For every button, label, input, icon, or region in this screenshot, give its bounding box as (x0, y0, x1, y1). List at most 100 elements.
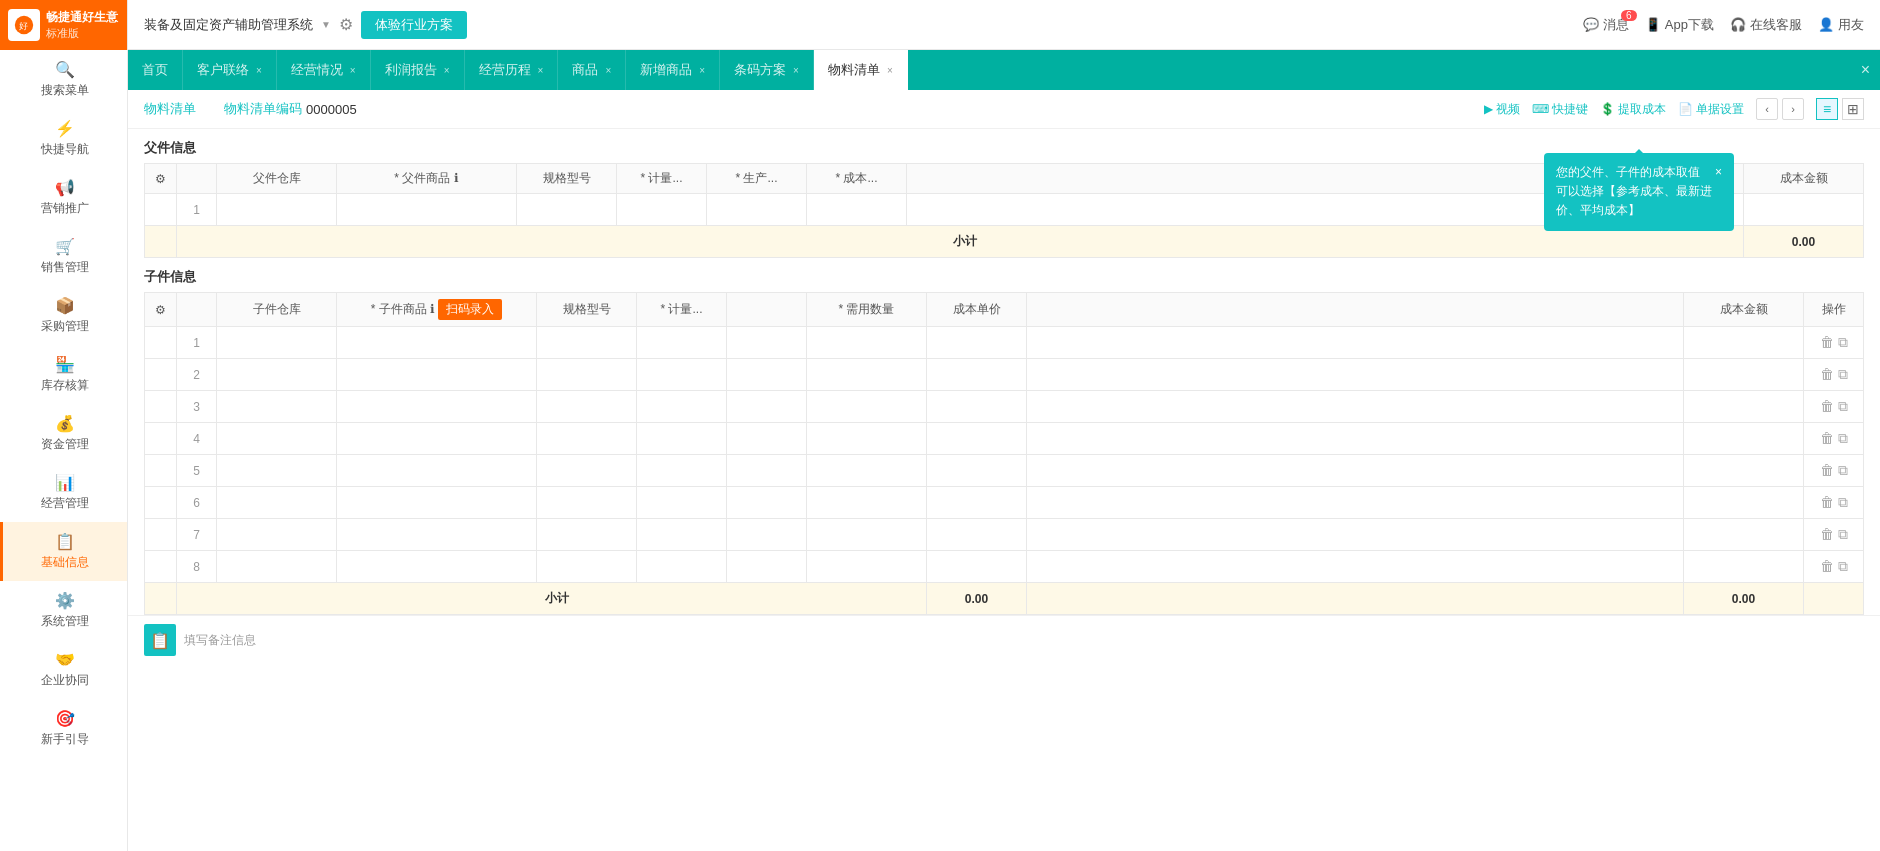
child-row-1-goods[interactable] (337, 327, 537, 359)
parent-row-1-warehouse[interactable] (217, 194, 337, 226)
sidebar-item-search[interactable]: 🔍 搜索菜单 (0, 50, 127, 109)
grid-view-button[interactable]: ⊞ (1842, 98, 1864, 120)
scan-button[interactable]: 扫码录入 (438, 299, 502, 320)
sidebar-item-guide[interactable]: 🎯 新手引导 (0, 699, 127, 758)
child-row-2-warehouse[interactable] (217, 359, 337, 391)
prev-arrow[interactable]: ‹ (1756, 98, 1778, 120)
system-dropdown-arrow[interactable]: ▼ (321, 19, 331, 30)
delete-icon[interactable]: 🗑 (1820, 366, 1834, 383)
page-header: 物料清单 物料清单编码 0000005 ▶ 视频 ⌨ 快捷键 💲 提取成本 (128, 90, 1880, 129)
tab-customer[interactable]: 客户联络 × (183, 50, 277, 90)
copy-icon[interactable]: ⧉ (1838, 430, 1848, 447)
child-row-2-goods[interactable] (337, 359, 537, 391)
sidebar-item-purchase[interactable]: 📦 采购管理 (0, 286, 127, 345)
gear-icon: ⚙️ (55, 591, 75, 610)
copy-icon[interactable]: ⧉ (1838, 366, 1848, 383)
child-row-2-unit[interactable] (637, 359, 727, 391)
extract-cost-button[interactable]: 💲 提取成本 (1600, 101, 1666, 118)
delete-icon[interactable]: 🗑 (1820, 334, 1834, 351)
sidebar-item-sales[interactable]: 🛒 销售管理 (0, 227, 127, 286)
tab-close-icon[interactable]: × (699, 65, 705, 76)
sidebar-item-quick-nav[interactable]: ⚡ 快捷导航 (0, 109, 127, 168)
child-subtotal-label: 小计 (177, 583, 927, 615)
parent-row-1-cost[interactable] (807, 194, 907, 226)
close-all-tabs-button[interactable]: × (1851, 61, 1880, 79)
tooltip-close-button[interactable]: × (1715, 163, 1722, 182)
child-col-settings[interactable]: ⚙ (145, 293, 177, 327)
copy-icon[interactable]: ⧉ (1838, 526, 1848, 543)
sidebar-item-system[interactable]: ⚙️ 系统管理 (0, 581, 127, 640)
tab-profit[interactable]: 利润报告 × (371, 50, 465, 90)
child-row-1-price[interactable] (927, 327, 1027, 359)
sidebar-item-inventory[interactable]: 🏪 库存核算 (0, 345, 127, 404)
settings-icon[interactable]: ⚙ (339, 15, 353, 34)
note-icon[interactable]: 📋 (144, 624, 176, 656)
online-service-button[interactable]: 🎧 在线客服 (1730, 16, 1802, 34)
parent-row-1-production[interactable] (707, 194, 807, 226)
parent-col-settings[interactable]: ⚙ (145, 164, 177, 194)
message-button[interactable]: 💬 消息 6 (1583, 16, 1629, 34)
app-download-button[interactable]: 📱 App下载 (1645, 16, 1714, 34)
user-menu[interactable]: 👤 用友 (1818, 16, 1864, 34)
delete-icon[interactable]: 🗑 (1820, 494, 1834, 511)
tab-close-icon[interactable]: × (538, 65, 544, 76)
child-row-1-unit[interactable] (637, 327, 727, 359)
message-icon: 💬 (1583, 17, 1599, 32)
child-row-1-warehouse[interactable] (217, 327, 337, 359)
parent-row-1-spec[interactable] (517, 194, 617, 226)
message-badge: 6 (1621, 10, 1637, 21)
delete-icon[interactable]: 🗑 (1820, 462, 1834, 479)
child-row-2-qty[interactable] (807, 359, 927, 391)
view-button[interactable]: ▶ 视频 (1484, 101, 1520, 118)
tab-bom[interactable]: 物料清单 × (814, 50, 908, 90)
sidebar-item-marketing[interactable]: 📢 营销推广 (0, 168, 127, 227)
delete-icon[interactable]: 🗑 (1820, 430, 1834, 447)
delete-icon[interactable]: 🗑 (1820, 526, 1834, 543)
tab-goods[interactable]: 商品 × (558, 50, 626, 90)
tab-close-icon[interactable]: × (605, 65, 611, 76)
child-row-1: 1 🗑 (145, 327, 1864, 359)
child-row-2-num: 2 (177, 359, 217, 391)
child-col-qty: * 需用数量 (807, 293, 927, 327)
copy-icon[interactable]: ⧉ (1838, 398, 1848, 415)
delete-icon[interactable]: 🗑 (1820, 398, 1834, 415)
copy-icon[interactable]: ⧉ (1838, 558, 1848, 575)
tab-close-icon[interactable]: × (793, 65, 799, 76)
tab-barcode[interactable]: 条码方案 × (720, 50, 814, 90)
top-header: 装备及固定资产辅助管理系统 ▼ ⚙ 体验行业方案 💬 消息 6 📱 App下载 … (128, 0, 1880, 50)
tab-close-icon[interactable]: × (444, 65, 450, 76)
child-subtotal-amount1: 0.00 (927, 583, 1027, 615)
parent-row-1-goods[interactable] (337, 194, 517, 226)
trial-button[interactable]: 体验行业方案 (361, 11, 467, 39)
tab-home[interactable]: 首页 (128, 50, 183, 90)
target-icon: 🎯 (55, 709, 75, 728)
sidebar-item-finance[interactable]: 💰 资金管理 (0, 404, 127, 463)
copy-icon[interactable]: ⧉ (1838, 334, 1848, 351)
tab-add-goods[interactable]: 新增商品 × (626, 50, 720, 90)
svg-text:好: 好 (19, 21, 28, 31)
copy-icon[interactable]: ⧉ (1838, 494, 1848, 511)
sidebar-item-collab[interactable]: 🤝 企业协同 (0, 640, 127, 699)
child-row-2: 2 🗑⧉ (145, 359, 1864, 391)
shortcut-button[interactable]: ⌨ 快捷键 (1532, 101, 1588, 118)
sidebar-item-basic-info[interactable]: 📋 基础信息 (0, 522, 127, 581)
parent-row-1-unit[interactable] (617, 194, 707, 226)
tab-history[interactable]: 经营历程 × (465, 50, 559, 90)
tab-close-icon[interactable]: × (887, 65, 893, 76)
child-row-1-qty[interactable] (807, 327, 927, 359)
copy-icon[interactable]: ⧉ (1838, 462, 1848, 479)
next-arrow[interactable]: › (1782, 98, 1804, 120)
tab-close-icon[interactable]: × (256, 65, 262, 76)
breadcrumb-bom[interactable]: 物料清单 (144, 100, 196, 118)
content-area: 物料清单 物料清单编码 0000005 ▶ 视频 ⌨ 快捷键 💲 提取成本 (128, 90, 1880, 851)
list-view-button[interactable]: ≡ (1816, 98, 1838, 120)
single-settings-button[interactable]: 📄 单据设置 (1678, 101, 1744, 118)
child-row-1-spec[interactable] (537, 327, 637, 359)
child-row-3: 3 🗑⧉ (145, 391, 1864, 423)
child-row-2-price[interactable] (927, 359, 1027, 391)
tab-operations[interactable]: 经营情况 × (277, 50, 371, 90)
tab-close-icon[interactable]: × (350, 65, 356, 76)
sidebar-item-operations[interactable]: 📊 经营管理 (0, 463, 127, 522)
child-row-2-spec[interactable] (537, 359, 637, 391)
delete-icon[interactable]: 🗑 (1820, 558, 1834, 575)
